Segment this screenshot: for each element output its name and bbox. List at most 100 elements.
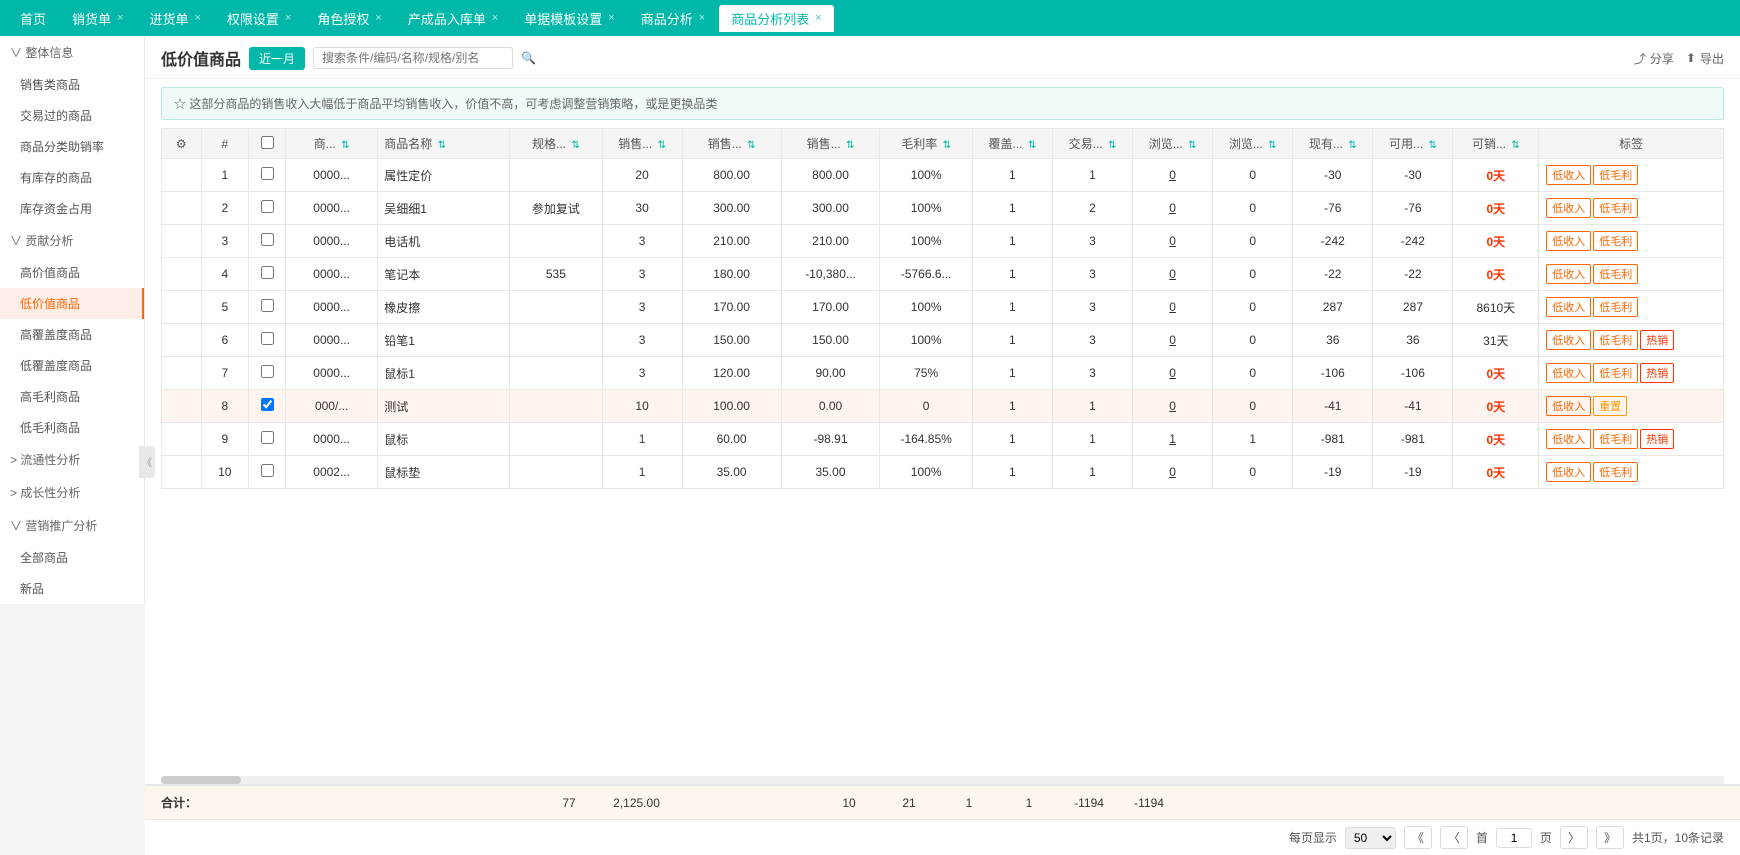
- view-link[interactable]: 0: [1169, 267, 1176, 281]
- row-checkbox[interactable]: [261, 332, 274, 345]
- view-link[interactable]: 0: [1169, 333, 1176, 347]
- view1-cell[interactable]: 0: [1133, 357, 1213, 390]
- sidebar-group-contribution[interactable]: ∨ 贡献分析: [0, 224, 144, 257]
- sidebar-item-sales-products[interactable]: 销售类商品: [0, 69, 144, 100]
- view1-cell[interactable]: 1: [1133, 423, 1213, 456]
- row-checkbox[interactable]: [261, 167, 274, 180]
- row-checkbox[interactable]: [261, 431, 274, 444]
- next-page-button[interactable]: 〉: [1560, 826, 1588, 849]
- search-icon[interactable]: 🔍: [521, 51, 536, 65]
- row-checkbox-cell[interactable]: [249, 357, 286, 390]
- sidebar-item-traded-products[interactable]: 交易过的商品: [0, 100, 144, 131]
- view1-cell[interactable]: 0: [1133, 225, 1213, 258]
- spec-col-header[interactable]: 规格... ⇅: [510, 129, 602, 159]
- view-link[interactable]: 0: [1169, 465, 1176, 479]
- nav-template-settings[interactable]: 单据模板设置 ×: [512, 5, 626, 32]
- code-col-header[interactable]: 商... ⇅: [285, 129, 377, 159]
- row-checkbox-cell[interactable]: [249, 390, 286, 423]
- view1-cell[interactable]: 0: [1133, 324, 1213, 357]
- horizontal-scrollbar[interactable]: [161, 776, 1724, 784]
- last-page-button[interactable]: 》: [1596, 826, 1624, 849]
- view1-cell[interactable]: 0: [1133, 258, 1213, 291]
- view2-col-header[interactable]: 浏览... ⇅: [1213, 129, 1293, 159]
- close-icon[interactable]: ×: [815, 12, 821, 24]
- sidebar-item-stock-products[interactable]: 有库存的商品: [0, 162, 144, 193]
- close-icon[interactable]: ×: [117, 12, 123, 24]
- view-link[interactable]: 0: [1169, 201, 1176, 215]
- sidebar-item-all-products[interactable]: 全部商品: [0, 542, 144, 573]
- row-checkbox-cell[interactable]: [249, 291, 286, 324]
- sidebar-item-stock-capital[interactable]: 库存资金占用: [0, 193, 144, 224]
- cover-col-header[interactable]: 覆盖... ⇅: [972, 129, 1052, 159]
- sell-col-header[interactable]: 可销... ⇅: [1453, 129, 1539, 159]
- view-link[interactable]: 0: [1169, 168, 1176, 182]
- sidebar-group-growth[interactable]: > 成长性分析: [0, 476, 144, 509]
- row-checkbox[interactable]: [261, 464, 274, 477]
- select-all-checkbox[interactable]: [261, 136, 274, 149]
- name-col-header[interactable]: 商品名称 ⇅: [378, 129, 510, 159]
- close-icon[interactable]: ×: [699, 12, 705, 24]
- view1-cell[interactable]: 0: [1133, 456, 1213, 489]
- search-input[interactable]: [313, 47, 513, 69]
- table-wrapper[interactable]: ⚙ # 商... ⇅ 商品名称 ⇅ 规格... ⇅ 销售... ⇅ 销售... …: [145, 128, 1740, 776]
- nav-product-analysis-list[interactable]: 商品分析列表 ×: [719, 5, 833, 32]
- prev-page-button[interactable]: 〈: [1440, 826, 1468, 849]
- view-link[interactable]: 0: [1169, 234, 1176, 248]
- view1-cell[interactable]: 0: [1133, 291, 1213, 324]
- nav-product-stock[interactable]: 产成品入库单 ×: [396, 5, 510, 32]
- view1-cell[interactable]: 0: [1133, 390, 1213, 423]
- row-checkbox[interactable]: [261, 233, 274, 246]
- view-link[interactable]: 0: [1169, 366, 1176, 380]
- nav-purchase-order[interactable]: 进货单 ×: [137, 5, 212, 32]
- close-icon[interactable]: ×: [285, 12, 291, 24]
- row-checkbox[interactable]: [261, 365, 274, 378]
- row-checkbox-cell[interactable]: [249, 456, 286, 489]
- sidebar-item-high-value[interactable]: 高价值商品: [0, 257, 144, 288]
- margin-col-header[interactable]: 毛利率 ⇅: [880, 129, 972, 159]
- view-link[interactable]: 0: [1169, 399, 1176, 413]
- sidebar-item-low-coverage[interactable]: 低覆盖度商品: [0, 350, 144, 381]
- view1-col-header[interactable]: 浏览... ⇅: [1133, 129, 1213, 159]
- sidebar-collapse-button[interactable]: 《: [139, 446, 155, 478]
- first-page-button[interactable]: 《: [1404, 826, 1432, 849]
- settings-col-header[interactable]: ⚙: [162, 129, 202, 159]
- sales-avg-col-header[interactable]: 销售... ⇅: [781, 129, 880, 159]
- row-checkbox[interactable]: [261, 299, 274, 312]
- row-checkbox-cell[interactable]: [249, 423, 286, 456]
- date-filter-button[interactable]: 近一月: [249, 47, 305, 70]
- view-link[interactable]: 1: [1169, 432, 1176, 446]
- nav-permissions[interactable]: 权限设置 ×: [215, 5, 303, 32]
- view1-cell[interactable]: 0: [1133, 192, 1213, 225]
- export-button[interactable]: ⬆ 导出: [1686, 50, 1724, 67]
- trade-col-header[interactable]: 交易... ⇅: [1052, 129, 1132, 159]
- nav-role-auth[interactable]: 角色授权 ×: [305, 5, 393, 32]
- close-icon[interactable]: ×: [492, 12, 498, 24]
- sidebar-group-marketing[interactable]: ∨ 营销推广分析: [0, 509, 144, 542]
- row-checkbox-cell[interactable]: [249, 225, 286, 258]
- close-icon[interactable]: ×: [194, 12, 200, 24]
- nav-home[interactable]: 首页: [8, 5, 58, 32]
- sidebar-group-overview[interactable]: ∨ 整体信息: [0, 36, 144, 69]
- nav-product-analysis[interactable]: 商品分析 ×: [629, 5, 717, 32]
- sidebar-item-new-products[interactable]: 新品: [0, 573, 144, 604]
- close-icon[interactable]: ×: [608, 12, 614, 24]
- sidebar-item-low-profit[interactable]: 低毛利商品: [0, 412, 144, 443]
- view-link[interactable]: 0: [1169, 300, 1176, 314]
- sales-amount-col-header[interactable]: 销售... ⇅: [682, 129, 781, 159]
- share-button[interactable]: ⤴ 分享: [1634, 50, 1674, 67]
- row-checkbox[interactable]: [261, 266, 274, 279]
- row-checkbox-cell[interactable]: [249, 159, 286, 192]
- stock-col-header[interactable]: 现有... ⇅: [1293, 129, 1373, 159]
- close-icon[interactable]: ×: [375, 12, 381, 24]
- avail-col-header[interactable]: 可用... ⇅: [1373, 129, 1453, 159]
- sidebar-item-high-profit[interactable]: 高毛利商品: [0, 381, 144, 412]
- row-checkbox-cell[interactable]: [249, 192, 286, 225]
- row-checkbox-cell[interactable]: [249, 258, 286, 291]
- row-checkbox[interactable]: [261, 398, 274, 411]
- page-number-input[interactable]: [1496, 828, 1532, 848]
- nav-sales-order[interactable]: 销货单 ×: [60, 5, 135, 32]
- row-checkbox[interactable]: [261, 200, 274, 213]
- scrollbar-thumb[interactable]: [161, 776, 241, 784]
- checkbox-col-header[interactable]: [249, 129, 286, 159]
- sidebar-item-category-sales[interactable]: 商品分类助销率: [0, 131, 144, 162]
